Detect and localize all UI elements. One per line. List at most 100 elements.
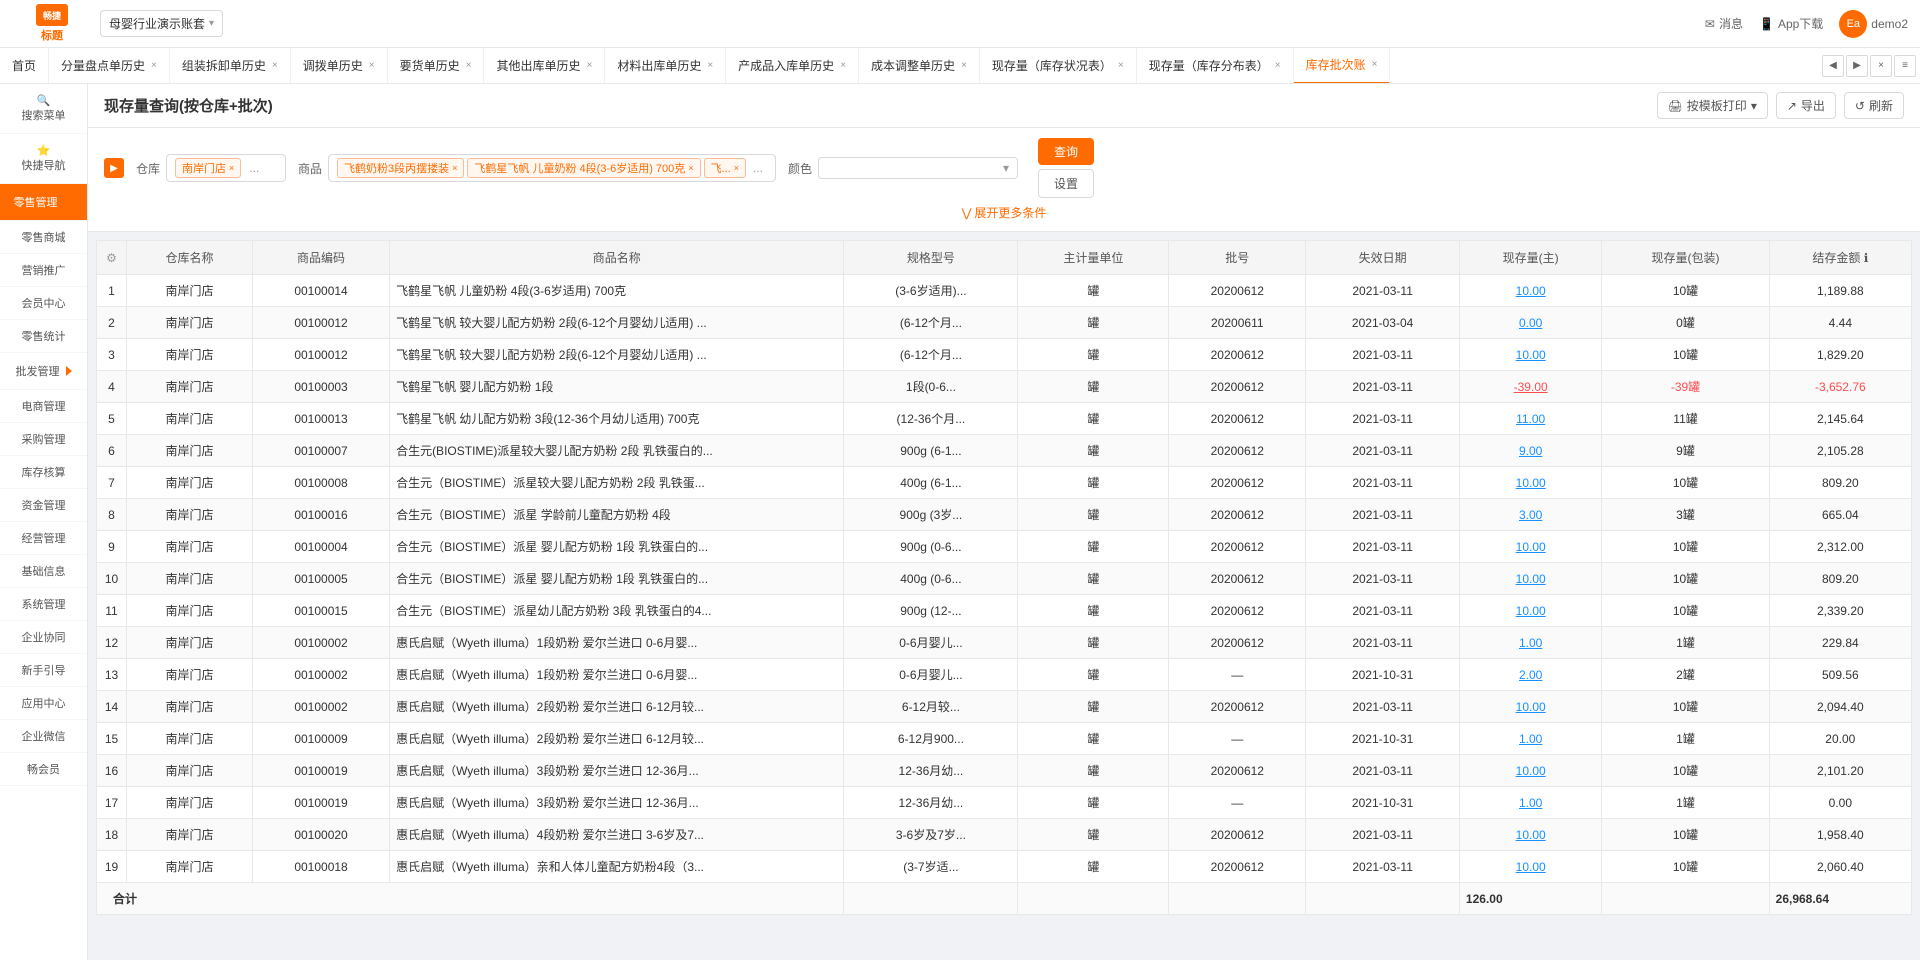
filter-bar: ▶ 仓库 南岸门店 × ... 商品 飞鹤奶粉3段 xyxy=(88,128,1920,232)
sidebar-item-ecommerce[interactable]: 电商管理 xyxy=(0,390,87,423)
tab-home[interactable]: 首页 xyxy=(0,48,49,84)
tab-close-all-btn[interactable]: × xyxy=(1870,55,1892,77)
tab-batch-account[interactable]: 库存批次账 × xyxy=(1294,48,1391,84)
tab-product-in-label: 产成品入库单历史 xyxy=(738,57,834,74)
tab-close-icon[interactable]: × xyxy=(707,60,713,71)
row-name: 惠氏启赋（Wyeth illuma）4段奶粉 爱尔兰进口 3-6岁及7... xyxy=(390,819,844,851)
sidebar-item-system[interactable]: 系统管理 xyxy=(0,588,87,621)
sidebar-item-app-center[interactable]: 应用中心 xyxy=(0,687,87,720)
tab-fen-liang[interactable]: 分量盘点单历史 × xyxy=(49,48,170,84)
tab-yao-huo[interactable]: 要货单历史 × xyxy=(388,48,485,84)
tab-close-icon[interactable]: × xyxy=(1118,60,1124,71)
sidebar-item-retail-stats[interactable]: 零售统计 xyxy=(0,320,87,353)
product-tag-1-close-icon[interactable]: × xyxy=(452,163,457,173)
product-tag-3-close-icon[interactable]: × xyxy=(734,163,739,173)
row-code: 00100014 xyxy=(252,275,389,307)
sidebar-item-base[interactable]: 基础信息 xyxy=(0,555,87,588)
row-qty-pack: 0罐 xyxy=(1602,307,1769,339)
row-no: 7 xyxy=(97,467,127,499)
sidebar-item-inventory[interactable]: 库存核算 xyxy=(0,456,87,489)
tab-stock-status[interactable]: 现存量（库存状况表） × xyxy=(980,48,1137,84)
product-input[interactable]: 飞鹤奶粉3段丙摆搂装 × 飞鹤星飞帆 儿童奶粉 4段(3-6岁适用) 700克 … xyxy=(328,154,776,182)
row-qty-main: 1.00 xyxy=(1459,787,1601,819)
warehouse-input[interactable]: 南岸门店 × ... xyxy=(166,154,286,182)
tab-close-icon[interactable]: × xyxy=(961,60,967,71)
sidebar-item-marketing[interactable]: 营销推广 xyxy=(0,254,87,287)
row-qty-pack: 10罐 xyxy=(1602,531,1769,563)
sidebar-retail-label: 零售管理 xyxy=(14,194,58,210)
row-warehouse: 南岸门店 xyxy=(127,691,253,723)
product-tag-2-close-icon[interactable]: × xyxy=(688,163,693,173)
expand-more-btn[interactable]: ⋁ 展开更多条件 xyxy=(962,204,1047,221)
settings-btn[interactable]: 设置 xyxy=(1038,169,1094,198)
tab-diao-bo[interactable]: 调拨单历史 × xyxy=(291,48,388,84)
table-container: ⚙ 仓库名称 商品编码 商品名称 规格型号 主计量单位 批号 失效日期 现存量(… xyxy=(88,232,1920,960)
footer-empty-3 xyxy=(1169,883,1306,915)
row-spec: 6-12月较... xyxy=(844,691,1018,723)
row-code: 00100012 xyxy=(252,339,389,371)
tab-menu-btn[interactable]: ≡ xyxy=(1894,55,1916,77)
tab-prev-btn[interactable]: ◀ xyxy=(1822,55,1844,77)
row-batch: 20200612 xyxy=(1169,531,1306,563)
sidebar-item-retail[interactable]: 零售管理 xyxy=(0,184,87,221)
message-btn[interactable]: ✉ 消息 xyxy=(1705,15,1743,32)
row-batch: 20200612 xyxy=(1169,499,1306,531)
sidebar-item-purchase[interactable]: 采购管理 xyxy=(0,423,87,456)
tab-stock-dist[interactable]: 现存量（库存分布表） × xyxy=(1137,48,1294,84)
export-label: 导出 xyxy=(1801,97,1825,114)
export-btn[interactable]: ↗ 导出 xyxy=(1776,92,1836,119)
sidebar-item-collab[interactable]: 企业协同 xyxy=(0,621,87,654)
tab-close-icon[interactable]: × xyxy=(1372,59,1378,70)
print-btn[interactable]: 🖨 按模板打印 ▾ xyxy=(1657,92,1768,119)
row-warehouse: 南岸门店 xyxy=(127,339,253,371)
expand-arrow-btn[interactable]: ▶ xyxy=(104,158,124,178)
sidebar-quick-nav[interactable]: ⭐ 快捷导航 xyxy=(0,134,87,184)
tab-cost-adjust[interactable]: 成本调整单历史 × xyxy=(859,48,980,84)
tab-close-icon[interactable]: × xyxy=(840,60,846,71)
row-qty-pack: 10罐 xyxy=(1602,275,1769,307)
sidebar-item-shop[interactable]: 零售商城 xyxy=(0,221,87,254)
message-label: 消息 xyxy=(1719,15,1743,32)
sidebar-item-wholesale[interactable]: 批发管理 xyxy=(0,353,87,390)
query-btn[interactable]: 查询 xyxy=(1038,138,1094,165)
row-spec: 0-6月婴儿... xyxy=(844,627,1018,659)
warehouse-tag-close-icon[interactable]: × xyxy=(229,163,234,173)
color-input[interactable]: ▾ xyxy=(818,157,1018,179)
row-balance: -3,652.76 xyxy=(1769,371,1911,403)
tab-other-out[interactable]: 其他出库单历史 × xyxy=(484,48,605,84)
tab-close-icon[interactable]: × xyxy=(586,60,592,71)
sidebar-base-label: 基础信息 xyxy=(4,563,83,579)
sidebar-item-finance[interactable]: 资金管理 xyxy=(0,489,87,522)
sidebar-item-vip[interactable]: 畅会员 xyxy=(0,753,87,786)
app-download-btn[interactable]: 📱 App下载 xyxy=(1759,15,1823,32)
tab-close-icon[interactable]: × xyxy=(369,60,375,71)
row-code: 00100012 xyxy=(252,307,389,339)
tab-close-icon[interactable]: × xyxy=(151,60,157,71)
sidebar-search[interactable]: 🔍 搜索菜单 xyxy=(0,84,87,134)
row-unit: 罐 xyxy=(1018,467,1169,499)
row-unit: 罐 xyxy=(1018,339,1169,371)
tab-stock-status-label: 现存量（库存状况表） xyxy=(992,57,1112,74)
col-settings-icon[interactable]: ⚙ xyxy=(97,241,127,275)
tab-material-out[interactable]: 材料出库单历史 × xyxy=(605,48,726,84)
industry-select[interactable]: 母婴行业演示账套 ▾ xyxy=(100,10,223,37)
tab-next-btn[interactable]: ▶ xyxy=(1846,55,1868,77)
row-code: 00100015 xyxy=(252,595,389,627)
sidebar-item-member[interactable]: 会员中心 xyxy=(0,287,87,320)
tab-close-icon[interactable]: × xyxy=(1275,60,1281,71)
tab-yao-huo-label: 要货单历史 xyxy=(400,57,460,74)
refresh-btn[interactable]: ↺ 刷新 xyxy=(1844,92,1904,119)
row-expire: 2021-03-11 xyxy=(1306,499,1460,531)
tab-batch-account-label: 库存批次账 xyxy=(1306,56,1366,73)
sidebar-item-operations[interactable]: 经营管理 xyxy=(0,522,87,555)
tab-product-in[interactable]: 产成品入库单历史 × xyxy=(726,48,859,84)
tab-close-icon[interactable]: × xyxy=(466,60,472,71)
row-no: 1 xyxy=(97,275,127,307)
sidebar-item-wechat[interactable]: 企业微信 xyxy=(0,720,87,753)
tab-close-icon[interactable]: × xyxy=(272,60,278,71)
user-area[interactable]: Ea demo2 xyxy=(1839,10,1908,38)
tab-zu-zhuang[interactable]: 组装拆卸单历史 × xyxy=(170,48,291,84)
sidebar-item-guide[interactable]: 新手引导 xyxy=(0,654,87,687)
row-name: 惠氏启赋（Wyeth illuma）2段奶粉 爱尔兰进口 6-12月较... xyxy=(390,723,844,755)
row-no: 10 xyxy=(97,563,127,595)
